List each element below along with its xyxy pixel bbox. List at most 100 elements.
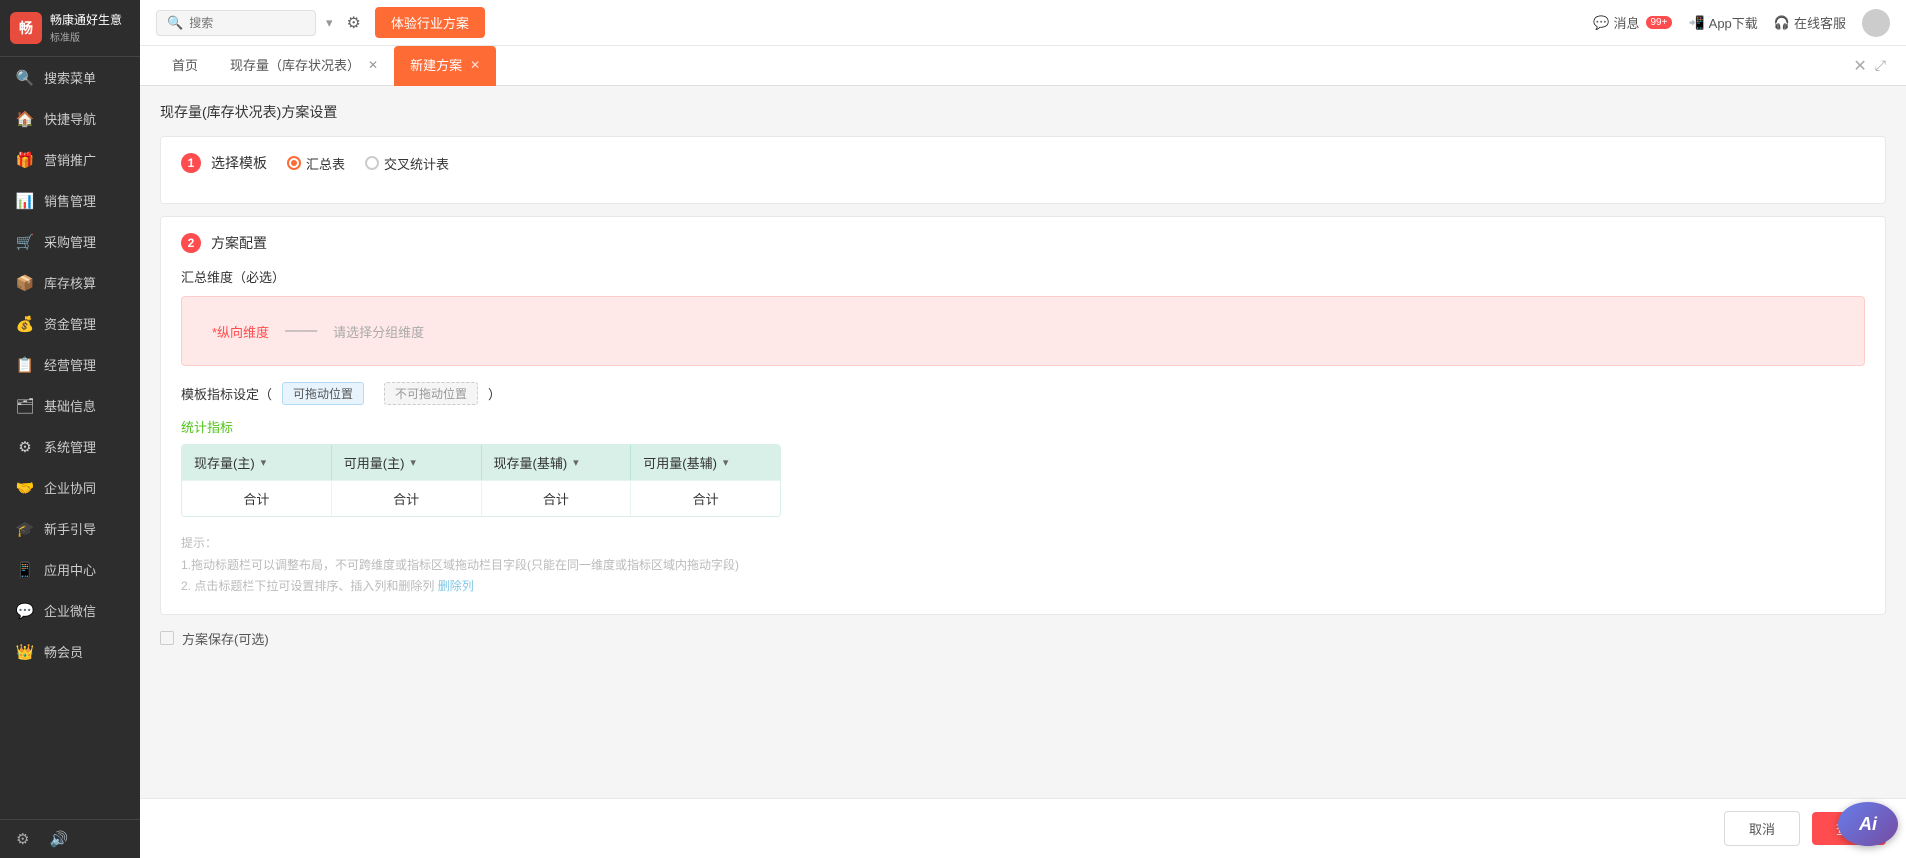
sidebar-item-sys-mgmt[interactable]: ⚙ 系统管理 xyxy=(0,426,140,467)
template-radio-group: 汇总表 交叉统计表 xyxy=(287,154,449,173)
page-content: 现存量(库存状况表)方案设置 1 选择模板 汇总表 交叉统计表 xyxy=(140,86,1906,798)
sidebar-item-sales[interactable]: 📊 销售管理 xyxy=(0,180,140,221)
topbar-right-actions: 💬 消息 99+ 📲 App下载 🎧 在线客服 xyxy=(1593,9,1890,37)
online-service-button[interactable]: 🎧 在线客服 xyxy=(1774,13,1846,32)
sidebar-item-inventory[interactable]: 📦 库存核算 xyxy=(0,262,140,303)
app-download-button[interactable]: 📲 App下载 xyxy=(1688,13,1757,32)
step2-row: 2 方案配置 xyxy=(181,233,1865,253)
sidebar-item-purchase[interactable]: 🛒 采购管理 xyxy=(0,221,140,262)
app-edition: 标准版 xyxy=(50,29,122,44)
tab-home[interactable]: 首页 xyxy=(156,46,214,86)
stats-td-0-2: 合计 xyxy=(482,481,632,516)
sidebar-item-label: 经营管理 xyxy=(44,355,96,374)
clipboard-icon: 📋 xyxy=(16,356,34,374)
box-icon: 📦 xyxy=(16,274,34,292)
sidebar-item-operations[interactable]: 📋 经营管理 xyxy=(0,344,140,385)
stats-th-0[interactable]: 现存量(主) ▾ xyxy=(182,445,332,480)
volume-icon[interactable]: 🔊 xyxy=(49,830,68,848)
tips-section: 提示： 1.拖动标题栏可以调整布局，不可跨维度或指标区域拖动栏目字段(只能在同一… xyxy=(181,533,1865,598)
sidebar-item-label: 企业协同 xyxy=(44,478,96,497)
tpl-indicator-label: 模板指标设定（ xyxy=(181,384,272,403)
radio-summary-circle xyxy=(287,156,301,170)
tab-new-plan[interactable]: 新建方案 ✕ xyxy=(394,46,496,86)
step2-badge: 2 xyxy=(181,233,201,253)
tpl-non-draggable-box: 不可拖动位置 xyxy=(384,382,478,405)
sidebar-item-enterprise-wx[interactable]: 💬 企业微信 xyxy=(0,590,140,631)
tips-item-0: 1.拖动标题栏可以调整布局，不可跨维度或指标区域拖动栏目字段(只能在同一维度或指… xyxy=(181,555,1865,577)
crown-icon: 👑 xyxy=(16,643,34,661)
sidebar-item-label: 库存核算 xyxy=(44,273,96,292)
trial-industry-button[interactable]: 体验行业方案 xyxy=(375,7,485,38)
sidebar-item-finance[interactable]: 💰 资金管理 xyxy=(0,303,140,344)
stats-td-0-0: 合计 xyxy=(182,481,332,516)
folder-icon: 🗂 xyxy=(16,397,34,415)
cancel-button[interactable]: 取消 xyxy=(1724,811,1800,846)
save-label: 方案保存(可选) xyxy=(182,629,269,648)
panel-expand-icon[interactable]: ⤢ xyxy=(1875,57,1886,74)
chart-icon: 📊 xyxy=(16,192,34,210)
tips-title: 提示： xyxy=(181,536,217,550)
topbar-gear-icon[interactable]: ⚙ xyxy=(347,13,361,33)
tab-inventory-close-icon[interactable]: ✕ xyxy=(368,59,378,71)
sidebar-item-label: 采购管理 xyxy=(44,232,96,251)
topbar-search-box[interactable]: 🔍 xyxy=(156,10,316,36)
headset-icon: 🎧 xyxy=(1774,15,1790,31)
message-button[interactable]: 💬 消息 99+ xyxy=(1593,13,1672,32)
step1-card: 1 选择模板 汇总表 交叉统计表 xyxy=(160,136,1886,204)
home-icon: 🏠 xyxy=(16,110,34,128)
stats-th-2[interactable]: 现存量(基辅) ▾ xyxy=(482,445,632,480)
user-avatar[interactable] xyxy=(1862,9,1890,37)
sidebar-item-basic-info[interactable]: 🗂 基础信息 xyxy=(0,385,140,426)
radio-cross-circle xyxy=(365,156,379,170)
money-icon: 💰 xyxy=(16,315,34,333)
step1-badge: 1 xyxy=(181,153,201,173)
message-badge: 99+ xyxy=(1646,16,1673,29)
stats-section-title: 统计指标 xyxy=(181,417,1865,436)
topbar-dropdown-icon[interactable]: ▾ xyxy=(326,15,333,31)
stats-table: 现存量(主) ▾ 可用量(主) ▾ 现存量(基辅) ▾ 可用量(基辅) ▾ xyxy=(181,444,781,517)
stats-td-0-1: 合计 xyxy=(332,481,482,516)
tpl-indicator-suffix: ） xyxy=(488,384,501,403)
tips-link-delete[interactable]: 删除列 xyxy=(438,579,474,593)
sidebar-item-enterprise[interactable]: 🤝 企业协同 xyxy=(0,467,140,508)
tab-new-plan-close-icon[interactable]: ✕ xyxy=(470,59,480,71)
sidebar-item-search-menu[interactable]: 🔍 搜索菜单 xyxy=(0,57,140,98)
radio-summary[interactable]: 汇总表 xyxy=(287,154,345,173)
sidebar-item-quick-nav[interactable]: 🏠 快捷导航 xyxy=(0,98,140,139)
sidebar: 畅 畅康通好生意 标准版 🔍 搜索菜单 🏠 快捷导航 🎁 营销推广 📊 销售管理… xyxy=(0,0,140,858)
chat-icon: 💬 xyxy=(16,602,34,620)
main-area: 🔍 ▾ ⚙ 体验行业方案 💬 消息 99+ 📲 App下载 🎧 在线客服 xyxy=(140,0,1906,858)
search-menu-icon: 🔍 xyxy=(16,69,34,87)
search-input[interactable] xyxy=(189,16,289,30)
chevron-down-icon-2: ▾ xyxy=(573,456,579,469)
sidebar-item-member[interactable]: 👑 畅会员 xyxy=(0,631,140,672)
settings-icon[interactable]: ⚙ xyxy=(16,830,29,848)
step1-title: 选择模板 xyxy=(211,153,267,173)
save-option-row: 方案保存(可选) xyxy=(160,629,1886,648)
sidebar-item-marketing[interactable]: 🎁 营销推广 xyxy=(0,139,140,180)
chevron-down-icon-0: ▾ xyxy=(261,456,267,469)
radio-cross[interactable]: 交叉统计表 xyxy=(365,154,449,173)
sidebar-item-label: 营销推广 xyxy=(44,150,96,169)
stats-th-3[interactable]: 可用量(基辅) ▾ xyxy=(631,445,780,480)
stats-table-row-0: 合计 合计 合计 合计 xyxy=(182,480,780,516)
sidebar-logo: 畅 畅康通好生意 标准版 xyxy=(0,0,140,57)
search-icon: 🔍 xyxy=(167,15,183,31)
gift-icon: 🎁 xyxy=(16,151,34,169)
sidebar-item-app-center[interactable]: 📱 应用中心 xyxy=(0,549,140,590)
ai-bubble[interactable]: Ai xyxy=(1838,802,1898,846)
sidebar-item-label: 搜索菜单 xyxy=(44,68,96,87)
sidebar-item-new-guide[interactable]: 🎓 新手引导 xyxy=(0,508,140,549)
sidebar-item-label: 系统管理 xyxy=(44,437,96,456)
stats-th-1[interactable]: 可用量(主) ▾ xyxy=(332,445,482,480)
footer-bar: 取消 查询 xyxy=(140,798,1906,858)
app-logo-icon: 畅 xyxy=(10,12,42,44)
save-checkbox[interactable] xyxy=(160,631,174,645)
page-title: 现存量(库存状况表)方案设置 xyxy=(160,102,1886,122)
cart-icon: 🛒 xyxy=(16,233,34,251)
dim-area[interactable]: *纵向维度 —— 请选择分组维度 xyxy=(181,296,1865,366)
panel-close-icon[interactable]: ✕ xyxy=(1853,56,1866,76)
chevron-down-icon-1: ▾ xyxy=(410,456,416,469)
tab-inventory-status[interactable]: 现存量（库存状况表） ✕ xyxy=(214,46,394,86)
sidebar-item-label: 新手引导 xyxy=(44,519,96,538)
